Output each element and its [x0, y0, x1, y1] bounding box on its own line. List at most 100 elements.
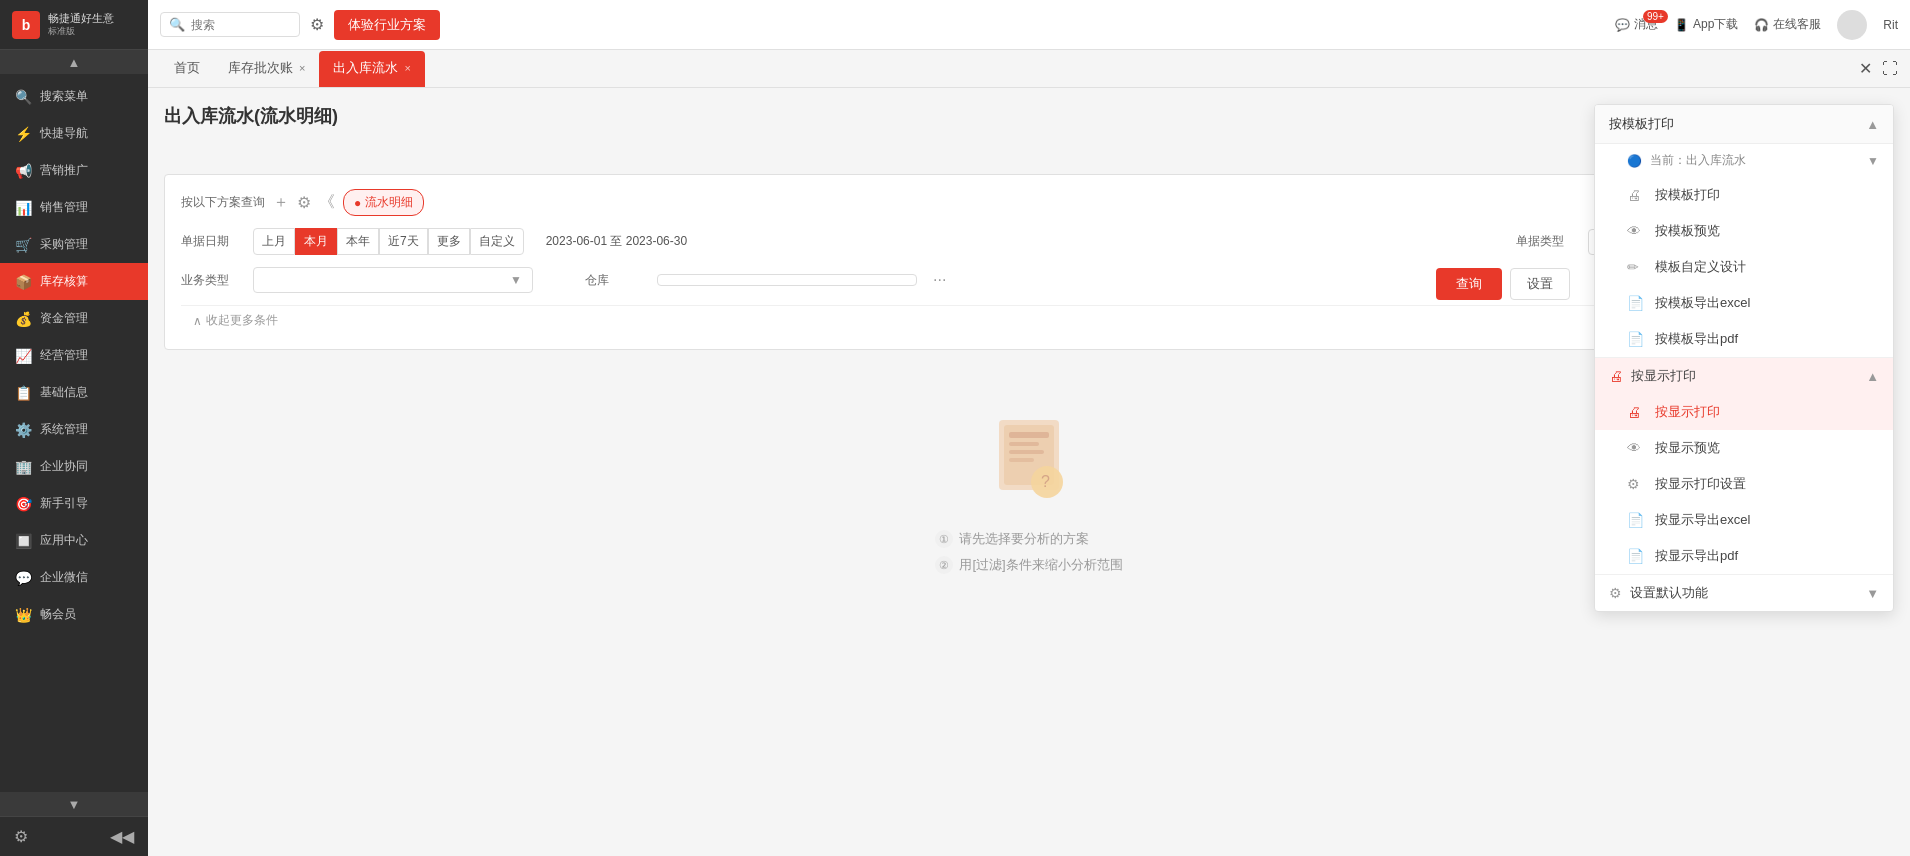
trial-button[interactable]: 体验行业方案	[334, 10, 440, 40]
settings-button[interactable]: 设置	[1510, 268, 1570, 300]
sidebar-settings-icon[interactable]: ⚙	[14, 827, 28, 846]
tab-home[interactable]: 首页	[160, 51, 214, 87]
dropdown-item-template-export-pdf[interactable]: 📄按模板导出pdf	[1595, 321, 1893, 357]
search-input[interactable]	[191, 18, 271, 32]
current-label-arrow[interactable]: ▼	[1867, 154, 1879, 168]
sidebar-item-guide[interactable]: 🎯新手引导	[0, 485, 148, 522]
type-filter-label: 单据类型	[1516, 233, 1576, 250]
item-label-template-print: 按模板打印	[1655, 186, 1720, 204]
sidebar-label-wechat: 企业微信	[40, 569, 88, 586]
sidebar-item-wechat[interactable]: 💬企业微信	[0, 559, 148, 596]
sidebar-item-search[interactable]: 🔍搜索菜单	[0, 78, 148, 115]
hint-text-1: 请先选择要分析的方案	[959, 526, 1089, 552]
sidebar-item-purchase[interactable]: 🛒采购管理	[0, 226, 148, 263]
display-header-label: 按显示打印	[1631, 367, 1696, 385]
sidebar-icon-system: ⚙️	[14, 422, 32, 438]
current-label-text: 当前：出入库流水	[1650, 152, 1746, 169]
sidebar-item-quick-nav[interactable]: ⚡快捷导航	[0, 115, 148, 152]
dropdown-item-display-export-excel[interactable]: 📄按显示导出excel	[1595, 502, 1893, 538]
sidebar-item-sales[interactable]: 📊销售管理	[0, 189, 148, 226]
topbar-gear-icon[interactable]: ⚙	[310, 15, 324, 34]
sidebar-item-marketing[interactable]: 📢营销推广	[0, 152, 148, 189]
current-label-row: 🔵 当前：出入库流水 ▼	[1595, 144, 1893, 177]
filter-collapse-icon[interactable]: 《	[319, 192, 335, 213]
sidebar-icon-basic-info: 📋	[14, 385, 32, 401]
warehouse-more-icon[interactable]: ···	[933, 271, 946, 289]
date-btn-近7天[interactable]: 近7天	[379, 228, 428, 255]
tab-batch[interactable]: 库存批次账×	[214, 51, 319, 87]
sidebar-scroll-up[interactable]: ▲	[0, 50, 148, 74]
dropdown-item-display-export-pdf[interactable]: 📄按显示导出pdf	[1595, 538, 1893, 574]
empty-hints: ① 请先选择要分析的方案 ② 用[过滤]条件来缩小分析范围	[935, 526, 1122, 578]
sidebar-label-quick-nav: 快捷导航	[40, 125, 88, 142]
sidebar: b 畅捷通好生意 标准版 ▲ 🔍搜索菜单⚡快捷导航📢营销推广📊销售管理🛒采购管理…	[0, 0, 148, 856]
page-content: 出入库流水(流水明细) 🖨 按模板打印 ▲ | ⬆ 导出 | 🔄 刷新 按以	[148, 88, 1910, 856]
date-btn-更多[interactable]: 更多	[428, 228, 470, 255]
tab-label-home: 首页	[174, 59, 200, 77]
hint-num-1: ①	[935, 530, 953, 548]
user-name: Rit	[1883, 18, 1898, 32]
sidebar-icon-app-center: 🔲	[14, 533, 32, 549]
filter-add-icon[interactable]: ＋	[273, 192, 289, 213]
tab-close-flow[interactable]: ×	[404, 62, 410, 74]
filter-settings-icon[interactable]: ⚙	[297, 193, 311, 212]
sidebar-label-operations: 经营管理	[40, 347, 88, 364]
warehouse-select[interactable]	[657, 274, 917, 286]
dropdown-item-template-export-excel[interactable]: 📄按模板导出excel	[1595, 285, 1893, 321]
sidebar-item-enterprise[interactable]: 🏢企业协同	[0, 448, 148, 485]
dropdown-item-display-print[interactable]: 🖨按显示打印	[1595, 394, 1893, 430]
query-button[interactable]: 查询	[1436, 268, 1502, 300]
item-icon-display-preview: 👁	[1627, 440, 1645, 456]
sidebar-item-inventory[interactable]: 📦库存核算	[0, 263, 148, 300]
sidebar-item-operations[interactable]: 📈经营管理	[0, 337, 148, 374]
tab-close-batch[interactable]: ×	[299, 62, 305, 74]
display-section-header[interactable]: 🖨 按显示打印 ▲	[1595, 358, 1893, 394]
sidebar-item-finance[interactable]: 💰资金管理	[0, 300, 148, 337]
topbar-search-box[interactable]: 🔍	[160, 12, 300, 37]
filter-tag-dot: ●	[354, 196, 361, 210]
display-header-icon: 🖨	[1609, 368, 1623, 384]
dropdown-footer[interactable]: ⚙ 设置默认功能 ▼	[1595, 575, 1893, 611]
dropdown-item-display-preview[interactable]: 👁按显示预览	[1595, 430, 1893, 466]
sidebar-icon-search: 🔍	[14, 89, 32, 105]
sidebar-item-system[interactable]: ⚙️系统管理	[0, 411, 148, 448]
display-header-arrow[interactable]: ▲	[1866, 369, 1879, 384]
filter-active-tag[interactable]: ● 流水明细	[343, 189, 424, 216]
current-label-icon: 🔵	[1627, 154, 1642, 168]
sidebar-scroll-down[interactable]: ▼	[0, 792, 148, 816]
sidebar-item-member[interactable]: 👑畅会员	[0, 596, 148, 633]
sidebar-nav: 🔍搜索菜单⚡快捷导航📢营销推广📊销售管理🛒采购管理📦库存核算💰资金管理📈经营管理…	[0, 74, 148, 792]
item-label-display-export-excel: 按显示导出excel	[1655, 511, 1750, 529]
date-btn-本月[interactable]: 本月	[295, 228, 337, 255]
online-service-item[interactable]: 🎧 在线客服	[1754, 16, 1821, 33]
svg-rect-4	[1009, 450, 1044, 454]
app-download-item[interactable]: 📱 App下载	[1674, 16, 1738, 33]
app-logo: b 畅捷通好生意 标准版	[0, 0, 148, 50]
biz-type-select[interactable]: ▼	[253, 267, 533, 293]
biz-type-arrow: ▼	[510, 273, 522, 287]
date-filter-label: 单据日期	[181, 233, 241, 250]
date-btn-本年[interactable]: 本年	[337, 228, 379, 255]
sidebar-icon-marketing: 📢	[14, 163, 32, 179]
tab-close-all[interactable]: ✕	[1859, 59, 1872, 78]
message-badge: 99+	[1643, 10, 1668, 23]
sidebar-item-app-center[interactable]: 🔲应用中心	[0, 522, 148, 559]
sidebar-collapse-icon[interactable]: ◀◀	[110, 827, 134, 846]
collapse-icon: ∧	[193, 314, 202, 328]
item-icon-display-export-pdf: 📄	[1627, 548, 1645, 564]
avatar[interactable]	[1837, 10, 1867, 40]
footer-label: 设置默认功能	[1630, 584, 1708, 602]
date-btn-上月[interactable]: 上月	[253, 228, 295, 255]
dropdown-item-template-custom[interactable]: ✏模板自定义设计	[1595, 249, 1893, 285]
date-btn-自定义[interactable]: 自定义	[470, 228, 524, 255]
sidebar-item-basic-info[interactable]: 📋基础信息	[0, 374, 148, 411]
tab-expand[interactable]: ⛶	[1882, 60, 1898, 78]
dropdown-item-template-print[interactable]: 🖨按模板打印	[1595, 177, 1893, 213]
dropdown-item-template-preview[interactable]: 👁按模板预览	[1595, 213, 1893, 249]
app-download-icon: 📱	[1674, 18, 1689, 32]
item-icon-template-custom: ✏	[1627, 259, 1645, 275]
message-icon-item[interactable]: 💬 消息 99+	[1615, 16, 1658, 33]
tab-flow[interactable]: 出入库流水×	[319, 51, 424, 87]
dropdown-close-arrow[interactable]: ▲	[1866, 117, 1879, 132]
dropdown-item-display-print-settings[interactable]: ⚙按显示打印设置	[1595, 466, 1893, 502]
